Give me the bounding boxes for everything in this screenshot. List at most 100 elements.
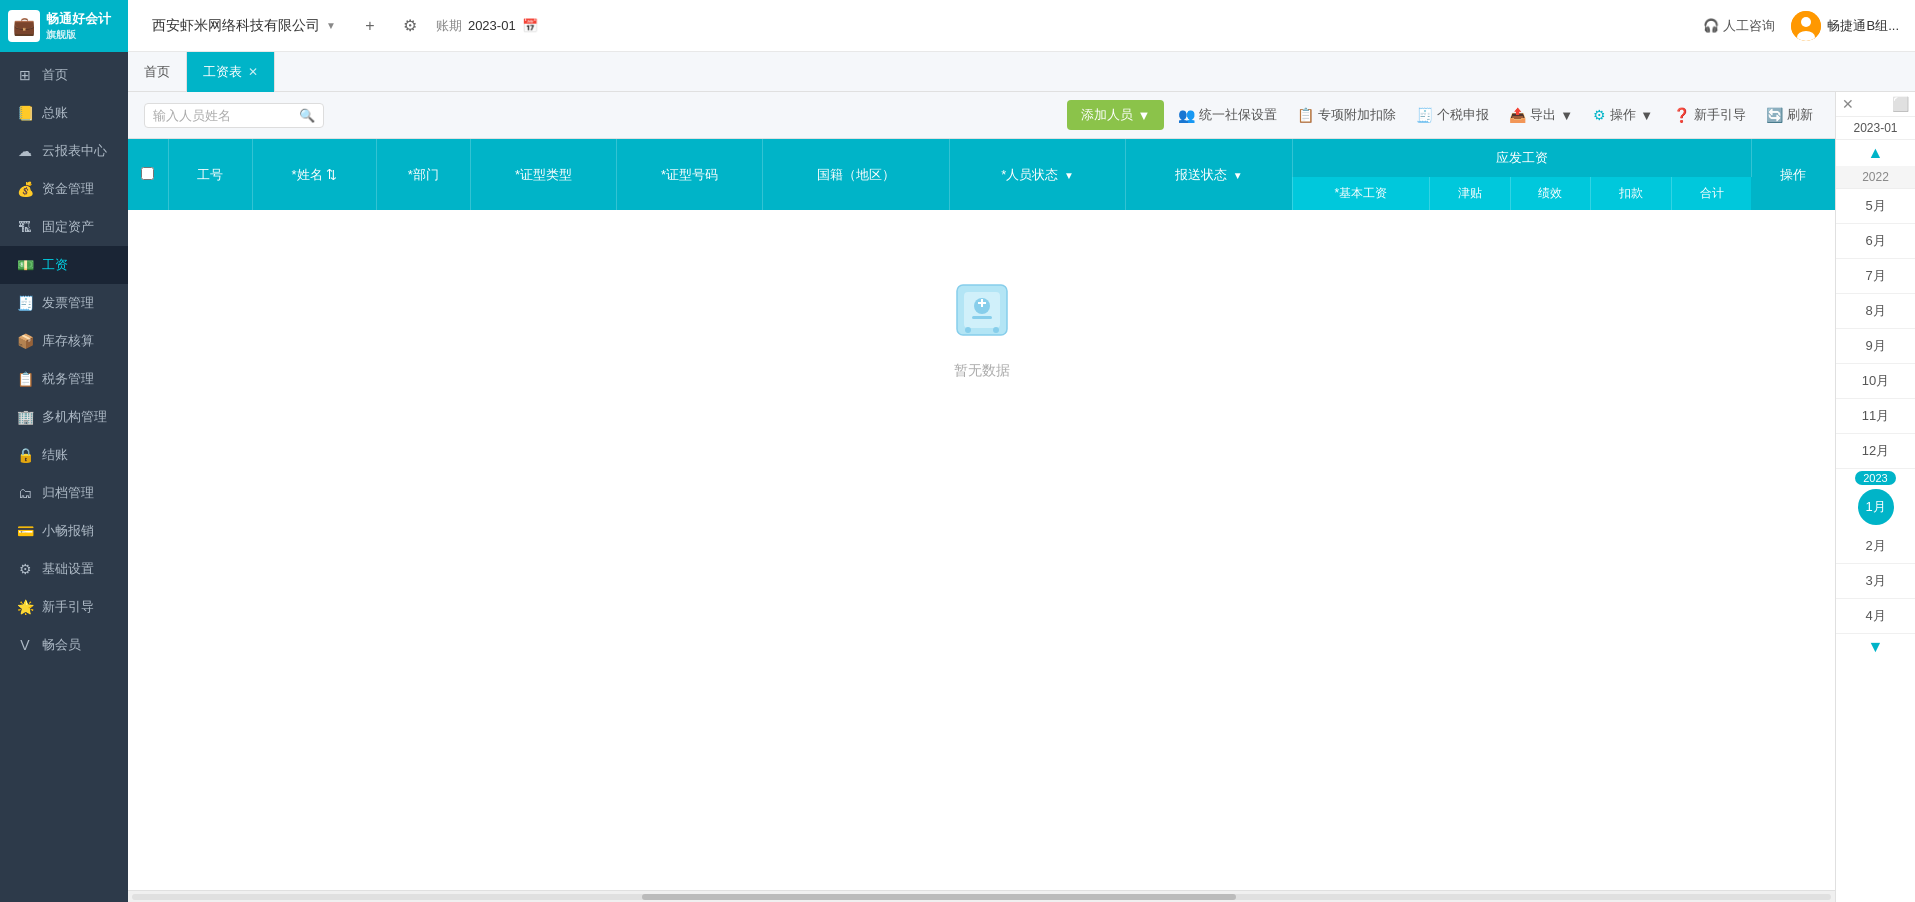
sidebar-item-label: 基础设置: [42, 560, 94, 578]
service-btn[interactable]: 🎧 人工咨询: [1703, 17, 1775, 35]
fund-icon: 💰: [16, 181, 34, 197]
personal-tax-btn[interactable]: 🧾 个税申报: [1410, 102, 1495, 128]
special-deduct-btn[interactable]: 📋 专项附加扣除: [1291, 102, 1402, 128]
logo-text-wrap: 畅通好会计 旗舰版: [46, 10, 111, 42]
calendar-icon[interactable]: 📅: [522, 18, 538, 33]
scrollbar-thumb[interactable]: [642, 894, 1237, 900]
month-2022-06[interactable]: 6月: [1836, 224, 1915, 259]
scroll-down-btn[interactable]: ▼: [1836, 634, 1915, 660]
add-company-btn[interactable]: +: [356, 12, 384, 40]
sidebar-item-tax[interactable]: 📋 税务管理: [0, 360, 128, 398]
th-salary-group: 应发工资: [1292, 139, 1751, 177]
select-all-checkbox[interactable]: [141, 167, 154, 180]
export-btn[interactable]: 📤 导出 ▼: [1503, 102, 1579, 128]
sidebar-item-label: 总账: [42, 104, 68, 122]
sidebar-item-label: 固定资产: [42, 218, 94, 236]
sidebar-item-label: 税务管理: [42, 370, 94, 388]
month-2023-04[interactable]: 4月: [1836, 599, 1915, 634]
sidebar-item-settings[interactable]: ⚙ 基础设置: [0, 550, 128, 588]
content-area: 🔍 添加人员 ▼ 👥 统一社保设置 📋 专项附加扣除: [128, 92, 1835, 902]
th-id-no: *证型号码: [617, 139, 763, 210]
tab-bar: 首页 工资表 ✕: [128, 52, 1915, 92]
tab-home-label: 首页: [144, 63, 170, 81]
panel-close-btn[interactable]: ✕: [1842, 96, 1854, 112]
settings-btn[interactable]: ⚙: [396, 12, 424, 40]
th-checkbox: [128, 139, 168, 210]
sidebar-item-label: 工资: [42, 256, 68, 274]
sidebar-item-label: 首页: [42, 66, 68, 84]
operations-btn[interactable]: ⚙ 操作 ▼: [1587, 102, 1659, 128]
add-person-label: 添加人员: [1081, 106, 1133, 124]
panel-maximize-btn[interactable]: ⬜: [1892, 96, 1909, 112]
sidebar-item-expense[interactable]: 💳 小畅报销: [0, 512, 128, 550]
sidebar-item-guide[interactable]: 🌟 新手引导: [0, 588, 128, 626]
guide-icon: ❓: [1673, 107, 1690, 123]
report-filter-icon[interactable]: ▼: [1233, 170, 1243, 181]
empty-text: 暂无数据: [954, 362, 1010, 380]
logo-subtitle: 旗舰版: [46, 28, 111, 42]
sidebar-item-cloud-report[interactable]: ☁ 云报表中心: [0, 132, 128, 170]
month-2022-08[interactable]: 8月: [1836, 294, 1915, 329]
expense-icon: 💳: [16, 523, 34, 539]
current-period-display: 2023-01: [1836, 117, 1915, 140]
search-icon[interactable]: 🔍: [299, 108, 315, 123]
member-icon: V: [16, 637, 34, 653]
month-2022-11[interactable]: 11月: [1836, 399, 1915, 434]
svg-rect-6: [972, 316, 992, 319]
archive-icon: 🗂: [16, 485, 34, 501]
sidebar-item-inventory[interactable]: 📦 库存核算: [0, 322, 128, 360]
guide-icon: 🌟: [16, 599, 34, 615]
refresh-btn[interactable]: 🔄 刷新: [1760, 102, 1819, 128]
tab-close-icon[interactable]: ✕: [248, 65, 258, 79]
month-2022-05[interactable]: 5月: [1836, 189, 1915, 224]
company-selector[interactable]: 西安虾米网络科技有限公司 ▼: [144, 13, 344, 39]
sidebar-item-ledger[interactable]: 📒 总账: [0, 94, 128, 132]
th-name: *姓名 ⇅: [253, 139, 376, 210]
guide-btn[interactable]: ❓ 新手引导: [1667, 102, 1752, 128]
month-picker-scroll[interactable]: ▲ 2022 5月 6月 7月 8月 9月: [1836, 140, 1915, 902]
status-filter-icon[interactable]: ▼: [1064, 170, 1074, 181]
empty-state: 暂无数据: [128, 210, 1835, 440]
month-2023-02[interactable]: 2月: [1836, 529, 1915, 564]
sidebar-item-home[interactable]: ⊞ 首页: [0, 56, 128, 94]
month-2022-12[interactable]: 12月: [1836, 434, 1915, 469]
period-label: 账期: [436, 17, 462, 35]
search-input[interactable]: [153, 108, 293, 123]
sidebar-item-label: 结账: [42, 446, 68, 464]
operations-icon: ⚙: [1593, 107, 1606, 123]
sidebar-item-fund[interactable]: 💰 资金管理: [0, 170, 128, 208]
sidebar-item-invoice[interactable]: 🧾 发票管理: [0, 284, 128, 322]
cloud-icon: ☁: [16, 143, 34, 159]
sidebar-item-label: 畅会员: [42, 636, 81, 654]
horizontal-scrollbar[interactable]: [128, 890, 1835, 902]
user-profile[interactable]: 畅捷通B组...: [1791, 11, 1899, 41]
th-total: 合计: [1672, 177, 1752, 210]
sidebar-item-member[interactable]: V 畅会员: [0, 626, 128, 664]
operations-label: 操作: [1610, 106, 1636, 124]
social-insurance-btn[interactable]: 👥 统一社保设置: [1172, 102, 1283, 128]
company-name: 西安虾米网络科技有限公司: [152, 17, 320, 35]
year-2022-label: 2022: [1836, 166, 1915, 189]
tab-salary[interactable]: 工资表 ✕: [187, 52, 275, 92]
tab-home[interactable]: 首页: [128, 52, 187, 92]
sidebar-item-fixed-assets[interactable]: 🏗 固定资产: [0, 208, 128, 246]
personal-tax-label: 个税申报: [1437, 106, 1489, 124]
sidebar-item-archive[interactable]: 🗂 归档管理: [0, 474, 128, 512]
th-nationality: 国籍（地区）: [762, 139, 949, 210]
sidebar-item-salary[interactable]: 💵 工资: [0, 246, 128, 284]
year-2023-badge-wrap: 2023: [1836, 471, 1915, 485]
month-2022-07[interactable]: 7月: [1836, 259, 1915, 294]
th-status: *人员状态 ▼: [949, 139, 1125, 210]
month-2023-01[interactable]: 1月: [1858, 489, 1894, 525]
month-2022-10[interactable]: 10月: [1836, 364, 1915, 399]
social-insurance-label: 统一社保设置: [1199, 106, 1277, 124]
add-person-btn[interactable]: 添加人员 ▼: [1067, 100, 1164, 130]
sidebar-item-closing[interactable]: 🔒 结账: [0, 436, 128, 474]
month-2022-09[interactable]: 9月: [1836, 329, 1915, 364]
th-basic-salary: *基本工资: [1292, 177, 1429, 210]
refresh-label: 刷新: [1787, 106, 1813, 124]
scroll-up-btn[interactable]: ▲: [1836, 140, 1915, 166]
sidebar-item-multi-org[interactable]: 🏢 多机构管理: [0, 398, 128, 436]
month-2023-03[interactable]: 3月: [1836, 564, 1915, 599]
period-section: 账期 2023-01 📅: [436, 17, 538, 35]
